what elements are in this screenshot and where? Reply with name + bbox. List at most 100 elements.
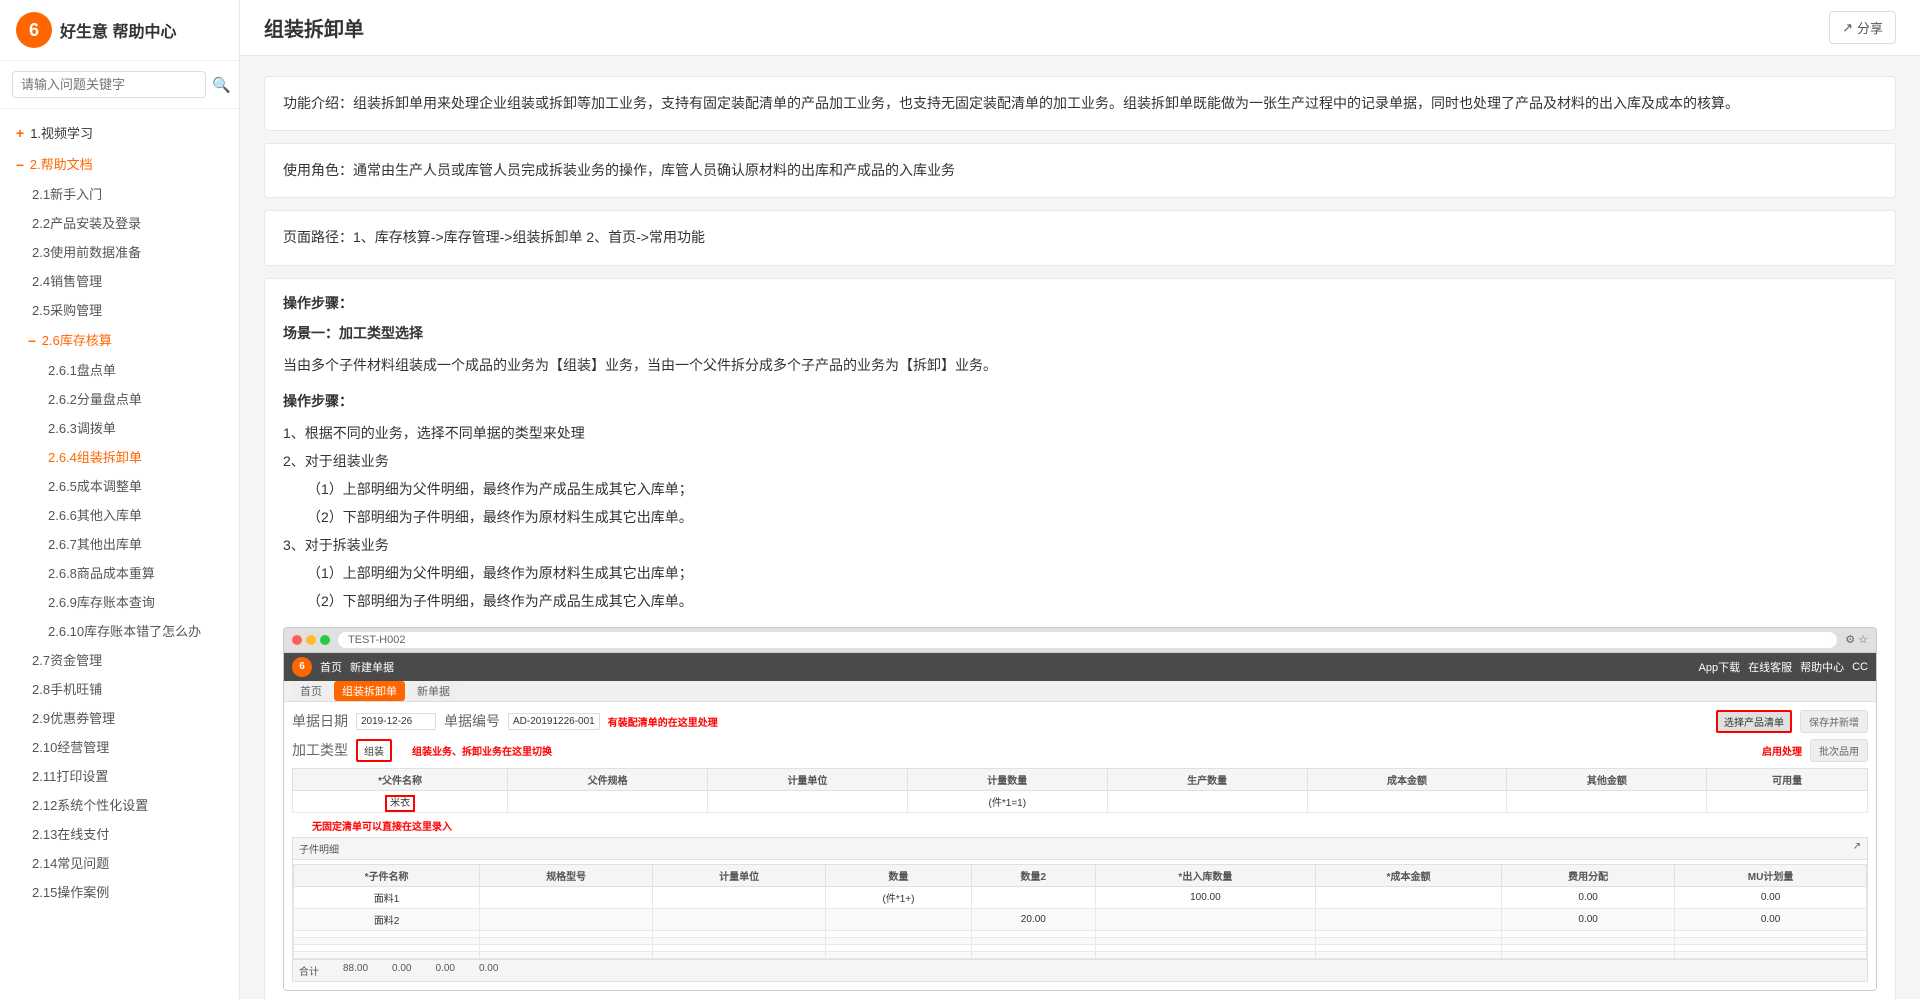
ss-th-other: 其他金额 [1507,768,1707,790]
ss-parent-unit [708,790,908,812]
plus-icon: + [16,125,24,141]
minus-icon: – [28,332,36,348]
sidebar-item-docs-214[interactable]: 2.14常见问题 [0,848,239,877]
ss-th-parent-name: *父件名称 [293,768,508,790]
role-text: 使用角色：通常由生产人员或库管人员完成拆装业务的操作，库管人员确认原材料的出库和… [283,162,955,178]
ss-child-row-5 [294,944,1867,951]
minus-icon: – [16,156,24,172]
ss-parent-name: 米衣 [293,790,508,812]
ss-child-th7: *成本金额 [1315,864,1501,886]
search-input[interactable] [12,71,206,98]
ss-annotation1: 有装配清单的在这里处理 [608,714,1708,729]
ss-annotation3: 启用处理 [1762,743,1802,758]
ss-child-row-4 [294,937,1867,944]
sidebar-item-docs-266[interactable]: 2.6.6其他入库单 [0,500,239,529]
ss-child-row-3 [294,930,1867,937]
ss-child-th9: MU计划量 [1675,864,1867,886]
ss-child-th8: 费用分配 [1502,864,1675,886]
nav-list: + 1.视频学习 – 2.帮助文档 2.1新手入门 2.2产品安装及登录 2.3… [0,109,239,999]
share-icon: ↗ [1842,20,1853,36]
ss-parent-spec [508,790,708,812]
sidebar-item-docs-29[interactable]: 2.9优惠券管理 [0,703,239,732]
sidebar-item-docs-267[interactable]: 2.6.7其他出库单 [0,529,239,558]
ss-th-cost: 成本金额 [1307,768,1507,790]
path-text: 页面路径：1、库存核算->库存管理->组装拆卸单 2、首页->常用功能 [283,229,705,245]
ss-tab-active: 组装拆卸单 [334,681,405,701]
ss-logo: 6 [292,657,312,677]
sidebar-item-docs-268[interactable]: 2.6.8商品成本重算 [0,558,239,587]
search-icon[interactable]: 🔍 [212,76,231,94]
path-card: 页面路径：1、库存核算->库存管理->组装拆卸单 2、首页->常用功能 [264,210,1896,265]
sidebar-item-docs-210[interactable]: 2.10经营管理 [0,732,239,761]
sidebar: 6 好生意 帮助中心 🔍 + 1.视频学习 – 2.帮助文档 2.1新手入门 2… [0,0,240,999]
sidebar-item-docs-265[interactable]: 2.6.5成本调整单 [0,471,239,500]
sidebar-item-docs-211[interactable]: 2.11打印设置 [0,761,239,790]
ss-parent-prod [1107,790,1307,812]
ss-tab-new: 新单据 [409,681,458,701]
ss-total-label: 合计 [299,963,319,978]
sidebar-item-docs-261[interactable]: 2.6.1盘点单 [0,355,239,384]
intro-text: 功能介绍：组装拆卸单用来处理企业组装或拆卸等加工业务，支持有固定装配清单的产品加… [283,95,1739,111]
ss-no-label: 单据编号 [444,711,500,731]
sidebar-item-docs-27[interactable]: 2.7资金管理 [0,645,239,674]
share-button[interactable]: ↗ 分享 [1829,11,1896,44]
ss-parent-qty: (件*1=1) [907,790,1107,812]
sidebar-item-docs-263[interactable]: 2.6.3调拨单 [0,413,239,442]
step2-1: （1）上部明细为父件明细，最终作为产成品生成其它入库单； [283,475,1877,503]
sidebar-item-docs-23[interactable]: 2.3使用前数据准备 [0,237,239,266]
ss-total-3: 0.00 [436,963,455,978]
ss-th-avail: 可用量 [1707,768,1868,790]
ss-btn-select: 选择产品清单 [1716,710,1792,733]
ss-btn-save: 保存并新增 [1800,710,1868,733]
steps-heading: 操作步骤： [283,391,1877,411]
ss-nav-new: 新建单据 [350,659,394,675]
step1: 1、根据不同的业务，选择不同单据的类型来处理 [283,419,1877,447]
step3-1: （1）上部明细为父件明细，最终作为原材料生成其它出库单； [283,559,1877,587]
sidebar-item-docs-264[interactable]: 2.6.4组装拆卸单 [0,442,239,471]
ss-child-header: 子件明细 ↗ [293,838,1867,860]
ss-type-value: 组装 [356,739,392,762]
ss-date-value: 2019-12-26 [356,713,436,730]
ss-child-th1: *子件名称 [294,864,480,886]
ss-total-2: 0.00 [392,963,411,978]
sidebar-item-docs-22[interactable]: 2.2产品安装及登录 [0,208,239,237]
ss-parent-cost [1307,790,1507,812]
ss-no-value: AD-20191226-001 [508,713,600,730]
sidebar-item-video[interactable]: + 1.视频学习 [0,117,239,148]
sidebar-header: 6 好生意 帮助中心 [0,0,239,61]
sidebar-item-docs-212[interactable]: 2.12系统个性化设置 [0,790,239,819]
app-logo: 6 [16,12,52,48]
page-title: 组装拆卸单 [264,13,364,42]
ss-child-th5: 数量2 [971,864,1095,886]
ss-tab-home: 首页 [292,681,330,701]
sidebar-item-docs-262[interactable]: 2.6.2分量盘点单 [0,384,239,413]
sidebar-item-docs-269[interactable]: 2.6.9库存账本查询 [0,587,239,616]
sidebar-item-docs-2610[interactable]: 2.6.10库存账本错了怎么办 [0,616,239,645]
sidebar-item-docs-28[interactable]: 2.8手机旺铺 [0,674,239,703]
step2: 2、对于组装业务 [283,447,1877,475]
ss-total-1: 88.00 [343,963,368,978]
app-title: 好生意 帮助中心 [60,18,176,42]
ss-th-qty: 计量数量 [907,768,1107,790]
role-card: 使用角色：通常由生产人员或库管人员完成拆装业务的操作，库管人员确认原材料的出库和… [264,143,1896,198]
ss-child-row-1: 面料1 (件*1+) 100.00 0.00 0.00 [294,886,1867,908]
ss-child-th6: *出入库数量 [1095,864,1315,886]
sidebar-item-docs[interactable]: – 2.帮助文档 [0,148,239,179]
ss-tabs: 首页 组装拆卸单 新单据 [284,681,1876,702]
ss-parent-other [1507,790,1707,812]
ss-child-section: 子件明细 ↗ *子件名称 规格型号 计量单位 数量 数量2 [292,837,1868,982]
step2-2: （2）下部明细为子件明细，最终作为原材料生成其它出库单。 [283,503,1877,531]
ss-annotation4: 无固定清单可以直接在这里录入 [312,822,452,833]
ss-annotation4-area: 无固定清单可以直接在这里录入 [292,817,1868,833]
ss-th-parent-spec: 父件规格 [508,768,708,790]
ss-child-th3: 计量单位 [653,864,826,886]
sidebar-item-docs-213[interactable]: 2.13在线支付 [0,819,239,848]
sidebar-item-docs-215[interactable]: 2.15操作案例 [0,877,239,906]
sidebar-item-docs-26[interactable]: – 2.6库存核算 [0,324,239,355]
sidebar-item-docs-21[interactable]: 2.1新手入门 [0,179,239,208]
sidebar-item-docs-25[interactable]: 2.5采购管理 [0,295,239,324]
ss-child-th4: 数量 [826,864,972,886]
ss-parent-avail [1707,790,1868,812]
sidebar-item-docs-24[interactable]: 2.4销售管理 [0,266,239,295]
sidebar-item-label: 1.视频学习 [30,123,93,142]
